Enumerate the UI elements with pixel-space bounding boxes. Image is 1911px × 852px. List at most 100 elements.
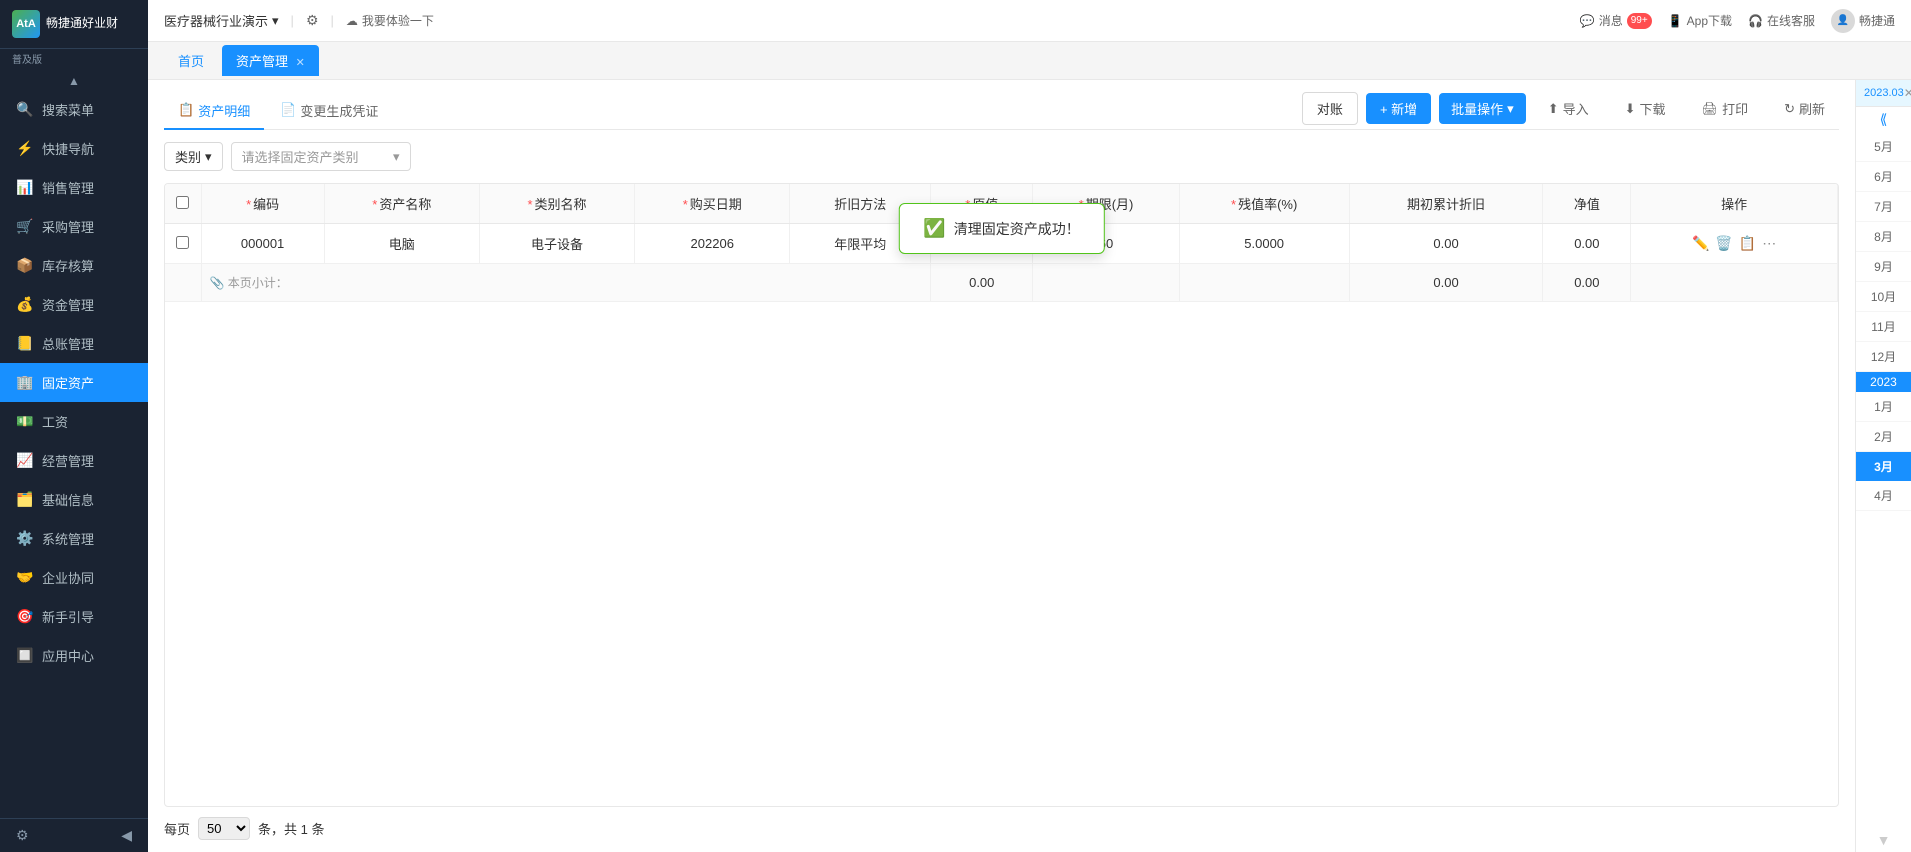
header-name: *资产名称: [324, 184, 479, 224]
sidebar-item-system[interactable]: ⚙️ 系统管理: [0, 519, 148, 558]
sidebar-item-label: 销售管理: [42, 178, 94, 197]
sub-tab-voucher[interactable]: 📄 变更生成凭证: [266, 93, 392, 130]
tab-home[interactable]: 首页: [164, 45, 218, 76]
timeline-date: 2023.03: [1864, 87, 1904, 99]
sidebar-item-purchase[interactable]: 🛒 采购管理: [0, 207, 148, 246]
row-select-checkbox[interactable]: [176, 236, 189, 249]
sidebar-item-ops[interactable]: 📈 经营管理: [0, 441, 148, 480]
timeline-panel: 2023.03 ✕ ⟪ 5月 6月 7月 8月 9月 10月 11月 12月 2…: [1855, 80, 1911, 852]
message-icon: 💬: [1580, 14, 1595, 28]
copy-icon[interactable]: 📋: [1739, 235, 1756, 252]
sidebar-item-label: 工资: [42, 412, 68, 431]
header-action: 操作: [1631, 184, 1838, 224]
sidebar-item-finance[interactable]: 💰 资金管理: [0, 285, 148, 324]
user-menu[interactable]: 👤 畅捷通: [1831, 9, 1895, 33]
messages-badge: 99+: [1627, 13, 1652, 29]
refresh-button[interactable]: ↻ 刷新: [1770, 93, 1839, 124]
sidebar-item-apps[interactable]: 🔲 应用中心: [0, 636, 148, 675]
more-icon[interactable]: ⋯: [1762, 235, 1776, 252]
edit-icon[interactable]: ✏️: [1692, 235, 1709, 252]
batch-button[interactable]: 批量操作 ▾: [1439, 93, 1526, 124]
toolbar-actions: 对账 + 新增 批量操作 ▾ ⬆ 导入 ⬇ 下载 🖨: [1302, 92, 1839, 129]
sidebar-item-inventory[interactable]: 📦 库存核算: [0, 246, 148, 285]
tabbar: 首页 资产管理 ✕: [148, 42, 1911, 80]
timeline-month-10[interactable]: 10月: [1856, 282, 1911, 312]
page-size-select[interactable]: 50 100 200: [198, 817, 250, 840]
print-button[interactable]: 🖨 打印: [1688, 93, 1763, 124]
doc-icon: 📄: [280, 102, 296, 118]
timeline-month-6[interactable]: 6月: [1856, 162, 1911, 192]
download-button[interactable]: ⬇ 下载: [1611, 93, 1680, 124]
experience-link[interactable]: ☁ 我要体验一下: [346, 12, 434, 29]
sidebar-item-guide[interactable]: 🎯 新手引导: [0, 597, 148, 636]
timeline-month-9[interactable]: 9月: [1856, 252, 1911, 282]
collapse-icon[interactable]: ◀: [121, 827, 132, 844]
topbar-gear-icon[interactable]: ⚙: [306, 12, 319, 29]
tab-asset[interactable]: 资产管理 ✕: [222, 45, 319, 76]
timeline-month-7[interactable]: 7月: [1856, 192, 1911, 222]
timeline-month-1[interactable]: 1月: [1856, 392, 1911, 422]
timeline-month-8[interactable]: 8月: [1856, 222, 1911, 252]
sidebar-item-quicknav[interactable]: ⚡ 快捷导航: [0, 129, 148, 168]
category-input[interactable]: 请选择固定资产类别 ▾: [231, 142, 411, 171]
main-area: 医疗器械行业演示 ▾ | ⚙ | ☁ 我要体验一下 💬 消息 99+ 📱 App…: [148, 0, 1911, 852]
sidebar-item-fixed[interactable]: 🏢 固定资产: [0, 363, 148, 402]
lightning-icon: ⚡: [16, 140, 34, 157]
category-select[interactable]: 类别 ▾: [164, 142, 223, 171]
sub-tab-detail[interactable]: 📋 资产明细: [164, 93, 264, 130]
subtotal-row: 📎 本页小计： 0.00 0.00 0.00: [165, 264, 1838, 302]
import-button[interactable]: ⬆ 导入: [1534, 93, 1603, 124]
row-code: 000001: [201, 224, 324, 264]
chevron-down-icon: ▾: [1507, 101, 1514, 117]
sidebar-logo: AtA 畅捷通好业财: [0, 0, 148, 49]
sidebar-item-sales[interactable]: 📊 销售管理: [0, 168, 148, 207]
timeline-close-icon[interactable]: ✕: [1904, 86, 1911, 100]
online-service-btn[interactable]: 🎧 在线客服: [1748, 12, 1815, 29]
timeline-month-3-active[interactable]: 3月: [1856, 452, 1911, 481]
settings-icon[interactable]: ⚙: [16, 827, 29, 844]
row-name: 电脑: [324, 224, 479, 264]
chevron-down-icon: ▾: [393, 149, 400, 165]
check-circle-icon: ✅: [923, 218, 945, 239]
box-icon: 📦: [16, 257, 34, 274]
row-net-value: 0.00: [1543, 224, 1631, 264]
delete-icon[interactable]: 🗑️: [1715, 235, 1732, 252]
timeline-month-4[interactable]: 4月: [1856, 481, 1911, 511]
sidebar-item-search[interactable]: 🔍 搜索菜单: [0, 90, 148, 129]
header-residual: *残值率(%): [1179, 184, 1349, 224]
sidebar: AtA 畅捷通好业财 普及版 ▲ 🔍 搜索菜单 ⚡ 快捷导航 📊 销售管理 🛒 …: [0, 0, 148, 852]
company-selector[interactable]: 医疗器械行业演示 ▾: [164, 11, 279, 30]
down-icon: ⬇: [1625, 101, 1636, 117]
sidebar-item-ledger[interactable]: 📒 总账管理: [0, 324, 148, 363]
payroll-icon: 💵: [16, 413, 34, 430]
new-button[interactable]: + 新增: [1366, 93, 1431, 124]
app-download-btn[interactable]: 📱 App下载: [1668, 12, 1732, 29]
sidebar-item-payroll[interactable]: 💵 工资: [0, 402, 148, 441]
tab-close-icon[interactable]: ✕: [296, 57, 305, 69]
headset-icon: 🎧: [1748, 14, 1763, 28]
timeline-month-5[interactable]: 5月: [1856, 132, 1911, 162]
sidebar-item-label: 应用中心: [42, 646, 94, 665]
ledger-icon: 📒: [16, 335, 34, 352]
timeline-expand-icon[interactable]: ⟪: [1876, 107, 1892, 132]
select-all-checkbox[interactable]: [176, 196, 189, 209]
content-area: 📋 资产明细 📄 变更生成凭证 对账 + 新增 批量操作 ▾ ⬆: [148, 80, 1911, 852]
pagination: 每页 50 100 200 条，共 1 条: [164, 807, 1839, 840]
timeline-month-2[interactable]: 2月: [1856, 422, 1911, 452]
sidebar-item-basic[interactable]: 🗂️ 基础信息: [0, 480, 148, 519]
timeline-down-icon[interactable]: ▼: [1873, 828, 1895, 852]
sidebar-item-collab[interactable]: 🤝 企业协同: [0, 558, 148, 597]
sidebar-item-label: 企业协同: [42, 568, 94, 587]
timeline-month-11[interactable]: 11月: [1856, 312, 1911, 342]
messages-btn[interactable]: 💬 消息 99+: [1580, 12, 1652, 29]
money-icon: 💰: [16, 296, 34, 313]
scroll-up-arrow[interactable]: ▲: [0, 72, 148, 90]
toast-message: 清理固定资产成功！: [954, 219, 1080, 239]
sidebar-item-label: 固定资产: [42, 373, 94, 392]
reconcile-button[interactable]: 对账: [1302, 92, 1358, 125]
timeline-year-2023[interactable]: 2023: [1856, 372, 1911, 392]
timeline-month-12[interactable]: 12月: [1856, 342, 1911, 372]
header-category: *类别名称: [479, 184, 634, 224]
sidebar-item-label: 基础信息: [42, 490, 94, 509]
cart-icon: 🛒: [16, 218, 34, 235]
